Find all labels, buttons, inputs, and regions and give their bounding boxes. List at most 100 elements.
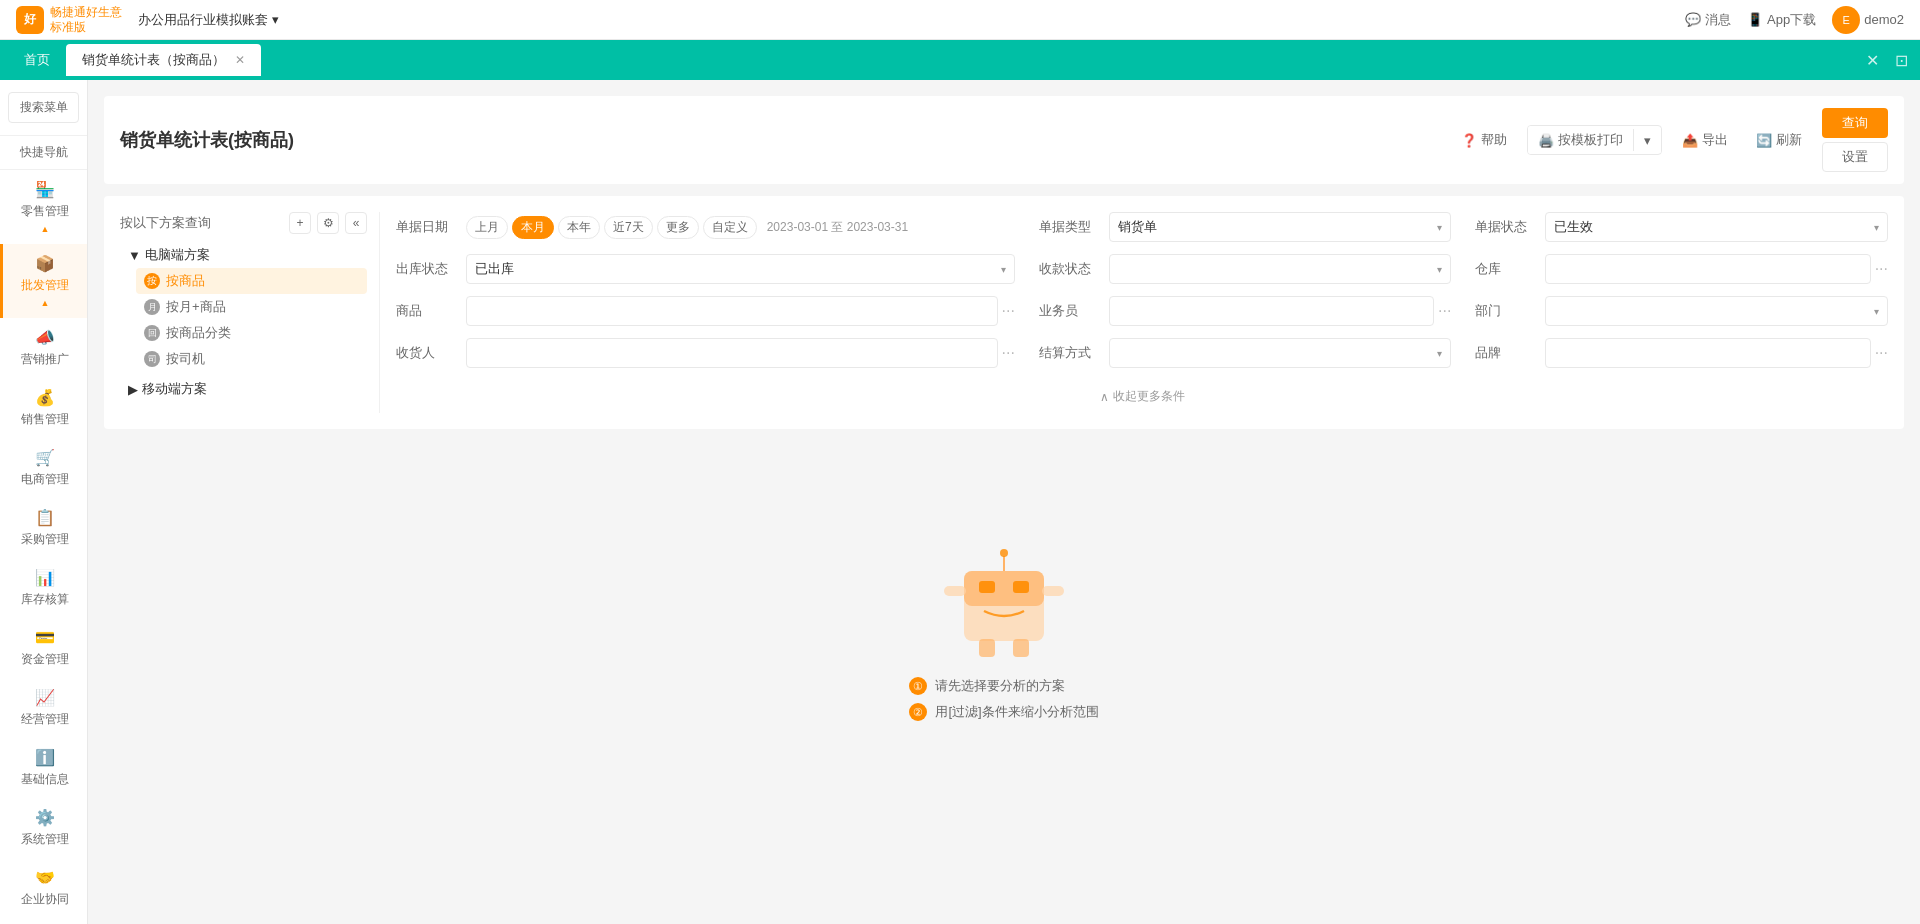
workspace-selector[interactable]: 办公用品行业模拟账套 ▾ <box>130 7 287 33</box>
salesperson-dots[interactable]: ··· <box>1438 302 1451 320</box>
date-this-month-btn[interactable]: 本月 <box>512 216 554 239</box>
print-button[interactable]: 🖨️ 按模板打印 <box>1528 126 1633 154</box>
page-header: 销货单统计表(按商品) ❓ 帮助 🖨️ 按模板打印 ▾ <box>104 96 1904 184</box>
date-last-7-btn[interactable]: 近7天 <box>604 216 653 239</box>
warehouse-dots[interactable]: ··· <box>1875 260 1888 278</box>
recipient-dots[interactable]: ··· <box>1002 344 1015 362</box>
sidebar-item-finance[interactable]: 💳 资金管理 <box>0 618 87 678</box>
department-select[interactable]: ▾ <box>1545 296 1888 326</box>
svg-rect-6 <box>944 586 966 596</box>
scheme-by-driver-icon: 司 <box>144 351 160 367</box>
scheme-item-by-category[interactable]: 回 按商品分类 <box>136 320 367 346</box>
print-label: 按模板打印 <box>1558 131 1623 149</box>
purchase-icon: 📋 <box>35 508 55 527</box>
marketing-icon: 📣 <box>35 328 55 347</box>
export-button[interactable]: 📤 导出 <box>1674 127 1736 153</box>
warehouse-out-select[interactable]: 已出库 ▾ <box>466 254 1015 284</box>
marketing-label: 营销推广 <box>21 351 69 368</box>
collapse-more-conditions[interactable]: ∧ 收起更多条件 <box>396 380 1888 413</box>
empty-state: ① 请先选择要分析的方案 ② 用[过滤]条件来缩小分析范围 <box>104 441 1904 801</box>
user-action[interactable]: E demo2 <box>1832 6 1904 34</box>
sales-label: 销售管理 <box>21 411 69 428</box>
scheme-group-mobile-title[interactable]: ▶ 移动端方案 <box>120 376 367 402</box>
print-arrow-button[interactable]: ▾ <box>1634 128 1661 153</box>
add-scheme-button[interactable]: + <box>289 212 311 234</box>
filter-doctype-field: 单据类型 销货单 ▾ <box>1039 212 1452 242</box>
payment-select[interactable]: ▾ <box>1109 254 1452 284</box>
refresh-button[interactable]: 🔄 刷新 <box>1748 127 1810 153</box>
date-last-month-btn[interactable]: 上月 <box>466 216 508 239</box>
mobile-group-arrow: ▶ <box>128 382 138 397</box>
filter-sidebar: 按以下方案查询 + ⚙ « ▼ <box>120 212 380 413</box>
quick-nav-item[interactable]: 快捷导航 <box>0 136 87 170</box>
step-1-label: 请先选择要分析的方案 <box>935 677 1065 695</box>
sidebar-item-system[interactable]: ⚙️ 系统管理 <box>0 798 87 858</box>
tab-close-window-btn[interactable]: ✕ <box>1862 47 1883 74</box>
refresh-label: 刷新 <box>1776 131 1802 149</box>
scheme-item-by-month-product[interactable]: 月 按月+商品 <box>136 294 367 320</box>
sidebar-item-guide[interactable]: 🎯 新手引导 <box>0 918 87 924</box>
collapse-sidebar-button[interactable]: « <box>345 212 367 234</box>
sidebar-item-ecommerce[interactable]: 🛒 电商管理 <box>0 438 87 498</box>
query-button[interactable]: 查询 <box>1822 108 1888 138</box>
finance-label: 资金管理 <box>21 651 69 668</box>
sidebar-item-retail[interactable]: 🏪 零售管理 ▲ <box>0 170 87 244</box>
step-1-num: ① <box>909 677 927 695</box>
salesperson-select[interactable] <box>1109 296 1434 326</box>
warehouse-out-label: 出库状态 <box>396 260 466 278</box>
doctype-select[interactable]: 销货单 ▾ <box>1109 212 1452 242</box>
nav-items: 🏪 零售管理 ▲ 📦 批发管理 ▲ 📣 营销推广 💰 销售管理 🛒 电商管理 <box>0 170 87 924</box>
app-download-icon: 📱 <box>1747 12 1763 27</box>
docstatus-select[interactable]: 已生效 ▾ <box>1545 212 1888 242</box>
app-download-action[interactable]: 📱 App下载 <box>1747 11 1816 29</box>
tab-restore-btn[interactable]: ⊡ <box>1891 47 1912 74</box>
sidebar-item-inventory[interactable]: 📊 库存核算 <box>0 558 87 618</box>
brand-dots[interactable]: ··· <box>1875 344 1888 362</box>
svg-point-5 <box>1000 549 1008 557</box>
message-icon: 💬 <box>1685 12 1701 27</box>
product-select[interactable] <box>466 296 998 326</box>
sidebar-item-purchase[interactable]: 📋 采购管理 <box>0 498 87 558</box>
date-custom-btn[interactable]: 自定义 <box>703 216 757 239</box>
sidebar-item-wholesale[interactable]: 📦 批发管理 ▲ <box>0 244 87 318</box>
message-action[interactable]: 💬 消息 <box>1685 11 1731 29</box>
wholesale-icon: 📦 <box>35 254 55 273</box>
help-button[interactable]: ❓ 帮助 <box>1453 127 1515 153</box>
filter-row-2: 出库状态 已出库 ▾ 收款状态 ▾ <box>396 254 1888 284</box>
warehouse-out-value: 已出库 <box>475 260 514 278</box>
nav-search-button[interactable]: 搜索菜单 <box>8 92 79 123</box>
filter-row-4: 收货人 ··· 结算方式 ▾ <box>396 338 1888 368</box>
scheme-group-mobile: ▶ 移动端方案 <box>120 376 367 402</box>
scheme-by-month-icon: 月 <box>144 299 160 315</box>
brand-label: 品牌 <box>1475 344 1545 362</box>
product-dots[interactable]: ··· <box>1002 302 1015 320</box>
sidebar-item-enterprise[interactable]: 🤝 企业协同 <box>0 858 87 918</box>
export-label: 导出 <box>1702 131 1728 149</box>
tab-close-icon[interactable]: ✕ <box>235 53 245 67</box>
scheme-items-desktop: 按 按商品 月 按月+商品 回 按商品分类 <box>120 268 367 372</box>
payment-method-select[interactable]: ▾ <box>1109 338 1452 368</box>
sidebar-item-marketing[interactable]: 📣 营销推广 <box>0 318 87 378</box>
date-this-year-btn[interactable]: 本年 <box>558 216 600 239</box>
sidebar-item-operation[interactable]: 📈 经营管理 <box>0 678 87 738</box>
department-arrow: ▾ <box>1874 306 1879 317</box>
mobile-group-label: 移动端方案 <box>142 380 207 398</box>
scheme-group-desktop-title[interactable]: ▼ 电脑端方案 <box>120 242 367 268</box>
sidebar-item-sales[interactable]: 💰 销售管理 <box>0 378 87 438</box>
tab-stats-label: 销货单统计表（按商品） <box>82 51 225 69</box>
sidebar-item-basic[interactable]: ℹ️ 基础信息 <box>0 738 87 798</box>
scheme-settings-button[interactable]: ⚙ <box>317 212 339 234</box>
tab-bar: 首页 销货单统计表（按商品） ✕ ✕ ⊡ <box>0 40 1920 80</box>
filter-section: 按以下方案查询 + ⚙ « ▼ <box>120 212 1888 413</box>
export-icon: 📤 <box>1682 133 1698 148</box>
date-quick-buttons: 上月 本月 本年 近7天 更多 自定义 <box>466 216 757 239</box>
recipient-select[interactable] <box>466 338 998 368</box>
settings-button[interactable]: 设置 <box>1822 142 1888 172</box>
brand-select[interactable] <box>1545 338 1870 368</box>
warehouse-select[interactable] <box>1545 254 1870 284</box>
scheme-item-by-driver[interactable]: 司 按司机 <box>136 346 367 372</box>
scheme-item-by-product[interactable]: 按 按商品 <box>136 268 367 294</box>
tab-home[interactable]: 首页 <box>8 44 66 76</box>
tab-stats[interactable]: 销货单统计表（按商品） ✕ <box>66 44 261 76</box>
date-more-btn[interactable]: 更多 <box>657 216 699 239</box>
